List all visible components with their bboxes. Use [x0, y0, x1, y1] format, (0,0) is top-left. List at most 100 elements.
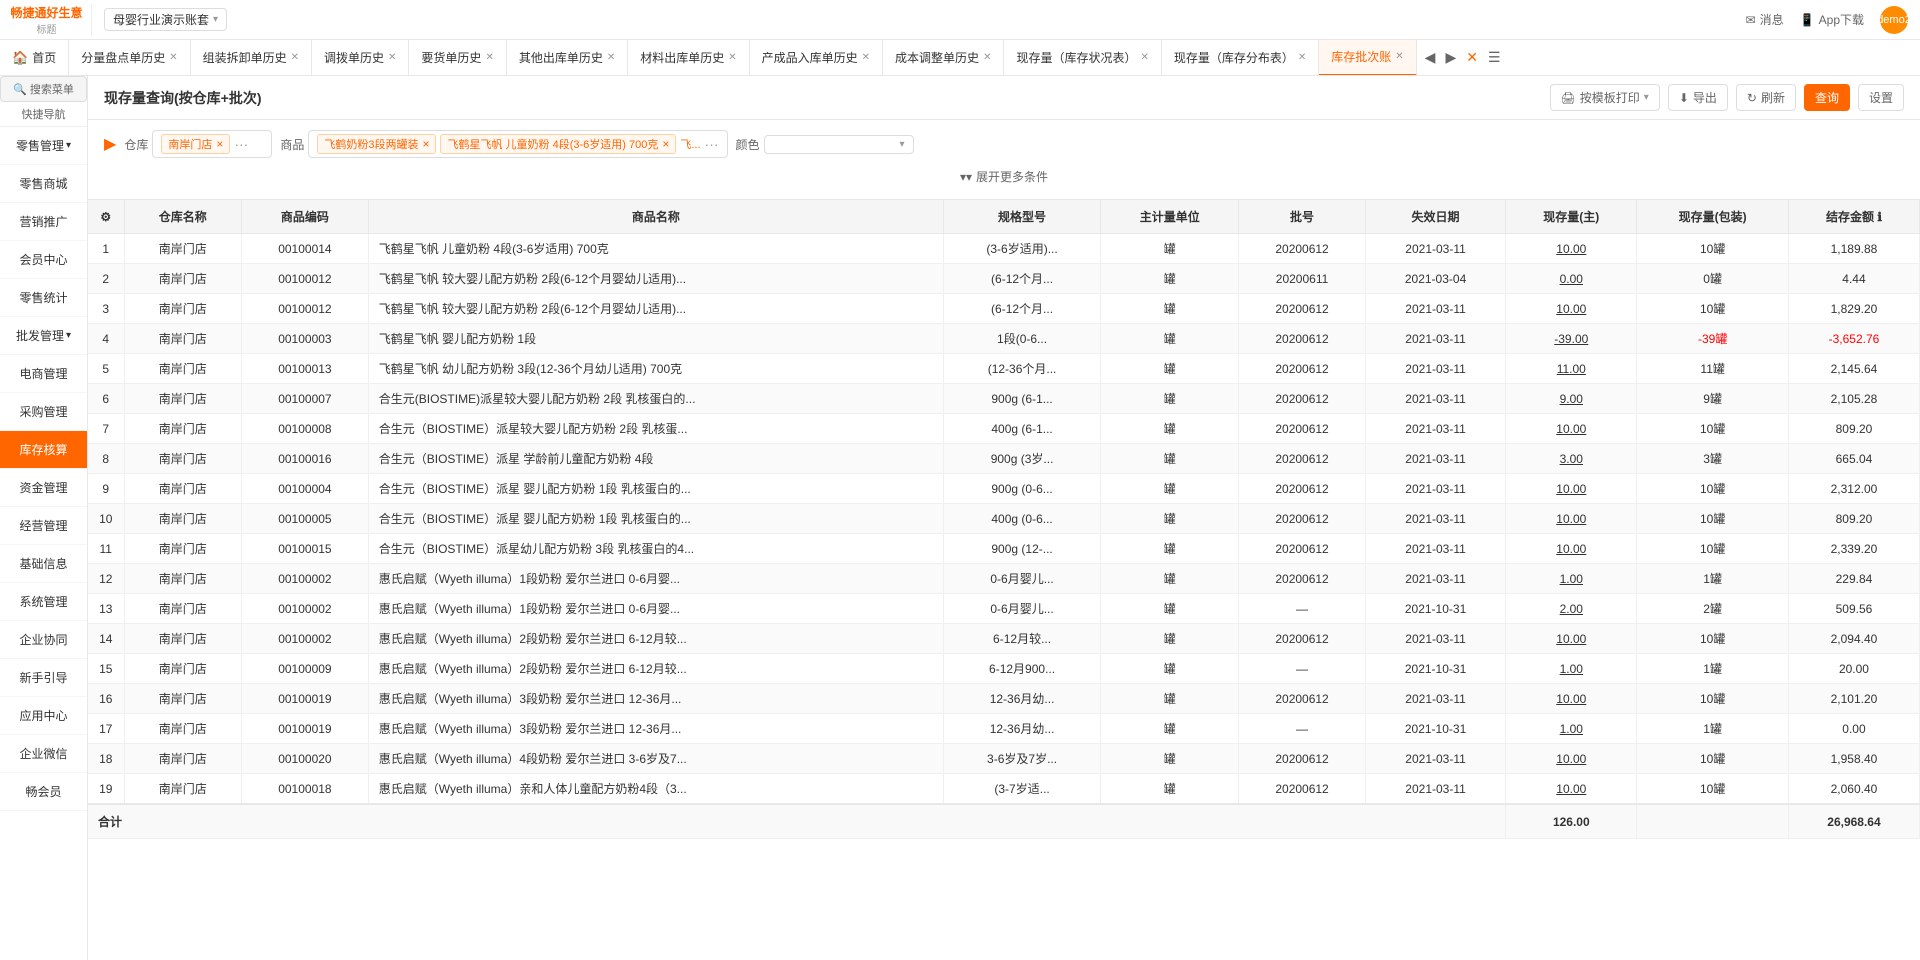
- tab-close-icon[interactable]: ✕: [983, 52, 991, 63]
- sidebar-item-retailShop[interactable]: 零售商城: [0, 165, 87, 203]
- cell-seq: 16: [88, 684, 124, 714]
- nav-next-btn[interactable]: ▶: [1441, 47, 1460, 68]
- cell-qty[interactable]: 10.00: [1506, 774, 1637, 805]
- nav-tab-other[interactable]: 其他出库单历史✕: [507, 40, 628, 76]
- sidebar-item-system[interactable]: 系统管理: [0, 583, 87, 621]
- color-input[interactable]: ▾: [764, 135, 914, 154]
- cell-qty[interactable]: 10.00: [1506, 534, 1637, 564]
- cell-qty[interactable]: -39.00: [1506, 324, 1637, 354]
- tab-close-icon[interactable]: ✕: [291, 52, 299, 63]
- nav-prev-btn[interactable]: ◀: [1421, 47, 1440, 68]
- sidebar-item-guide[interactable]: 新手引导: [0, 659, 87, 697]
- sidebar-item-fans[interactable]: 畅会员: [0, 773, 87, 811]
- footer-label: 合计: [88, 804, 1506, 839]
- nav-tab-xianzai1[interactable]: 现存量（库存状况表）✕: [1004, 40, 1161, 76]
- print-btn[interactable]: 🖨 按模板打印 ▾: [1550, 84, 1660, 111]
- sidebar-item-basics[interactable]: 基础信息: [0, 545, 87, 583]
- nav-tab-chengben[interactable]: 成本调整单历史✕: [883, 40, 1004, 76]
- cell-qty[interactable]: 2.00: [1506, 594, 1637, 624]
- tab-close-icon[interactable]: ✕: [388, 52, 396, 63]
- sidebar-search-btn[interactable]: 🔍 搜索菜单: [0, 76, 87, 102]
- sidebar-item-corpwx[interactable]: 企业微信: [0, 735, 87, 773]
- sidebar-item-apps[interactable]: 应用中心: [0, 697, 87, 735]
- nav-close-btn[interactable]: ✕: [1462, 47, 1482, 68]
- nav-tab-cailiao[interactable]: 材料出库单历史✕: [628, 40, 749, 76]
- cell-qty[interactable]: 10.00: [1506, 294, 1637, 324]
- tab-close-icon[interactable]: ✕: [1395, 51, 1403, 62]
- table-body: 1 南岸门店 00100014 飞鹤星飞帆 儿童奶粉 4段(3-6岁适用) 70…: [88, 234, 1920, 839]
- nav-tab-home[interactable]: 🏠首页: [0, 40, 69, 76]
- nav-tab-fenpan[interactable]: 分量盘点单历史✕: [69, 40, 190, 76]
- export-btn[interactable]: ⬇ 导出: [1668, 84, 1728, 111]
- expand-arrow[interactable]: ▶: [104, 134, 116, 154]
- product-tag-2-remove[interactable]: ×: [662, 137, 669, 151]
- cell-qty[interactable]: 10.00: [1506, 414, 1637, 444]
- cell-name: 惠氏启赋（Wyeth illuma）1段奶粉 爱尔兰进口 0-6月婴...: [368, 564, 943, 594]
- cell-qty[interactable]: 1.00: [1506, 654, 1637, 684]
- cell-qty[interactable]: 10.00: [1506, 504, 1637, 534]
- cell-qty[interactable]: 11.00: [1506, 354, 1637, 384]
- cell-qty[interactable]: 9.00: [1506, 384, 1637, 414]
- nav-tab-yaohuo[interactable]: 要货单历史✕: [409, 40, 506, 76]
- quick-nav-btn[interactable]: 快捷导航: [0, 102, 87, 127]
- cell-expiry: 2021-03-11: [1365, 744, 1505, 774]
- cell-qty[interactable]: 3.00: [1506, 444, 1637, 474]
- sidebar-item-finance[interactable]: 资金管理: [0, 469, 87, 507]
- nav-tab-tiaopo[interactable]: 调拨单历史✕: [312, 40, 409, 76]
- nav-tab-xianzai2[interactable]: 现存量（库存分布表）✕: [1162, 40, 1319, 76]
- tab-close-icon[interactable]: ✕: [169, 52, 177, 63]
- tab-close-icon[interactable]: ✕: [485, 52, 493, 63]
- product-tag-1-remove[interactable]: ×: [422, 137, 429, 151]
- cell-expiry: 2021-03-11: [1365, 564, 1505, 594]
- sidebar-item-ecommerce[interactable]: 电商管理: [0, 355, 87, 393]
- cell-qty[interactable]: 1.00: [1506, 714, 1637, 744]
- cell-unit: 罐: [1101, 444, 1239, 474]
- sidebar-item-purchase[interactable]: 采购管理: [0, 393, 87, 431]
- warehouse-input[interactable]: 南岸门店 × ···: [152, 130, 272, 158]
- sidebar-item-member[interactable]: 会员中心: [0, 241, 87, 279]
- product-input[interactable]: 飞鹤奶粉3段两罐装 × 飞鹤星飞帆 儿童奶粉 4段(3-6岁适用) 700克 ×…: [308, 130, 727, 158]
- cell-name: 惠氏启赋（Wyeth illuma）2段奶粉 爱尔兰进口 6-12月较...: [368, 624, 943, 654]
- tab-close-icon[interactable]: ✕: [1298, 52, 1306, 63]
- nav-tab-pizhang[interactable]: 库存批次账✕: [1319, 40, 1416, 76]
- sidebar-item-stats[interactable]: 零售统计: [0, 279, 87, 317]
- cell-qty[interactable]: 10.00: [1506, 744, 1637, 774]
- cell-qty[interactable]: 10.00: [1506, 684, 1637, 714]
- main-layout: 🔍 搜索菜单 快捷导航 零售管理▾零售商城营销推广会员中心零售统计批发管理▾电商…: [0, 76, 1920, 960]
- warehouse-tag-remove[interactable]: ×: [216, 137, 223, 151]
- table-row: 4 南岸门店 00100003 飞鹤星飞帆 婴儿配方奶粉 1段 1段(0-6..…: [88, 324, 1920, 354]
- tab-close-icon[interactable]: ✕: [607, 52, 615, 63]
- query-btn[interactable]: 查询: [1804, 84, 1850, 111]
- cell-qty[interactable]: 0.00: [1506, 264, 1637, 294]
- sidebar-item-inventory[interactable]: 库存核算: [0, 431, 87, 469]
- cell-batch: —: [1239, 714, 1366, 744]
- tab-close-icon[interactable]: ✕: [1140, 52, 1148, 63]
- filter-dots-2[interactable]: ···: [705, 136, 719, 152]
- tab-close-icon[interactable]: ✕: [862, 52, 870, 63]
- cell-warehouse: 南岸门店: [124, 564, 242, 594]
- refresh-btn[interactable]: ↻ 刷新: [1736, 84, 1796, 111]
- sidebar-item-operations[interactable]: 经营管理: [0, 507, 87, 545]
- message-btn[interactable]: ✉ 消息: [1746, 11, 1784, 28]
- sidebar-item-marketing[interactable]: 营销推广: [0, 203, 87, 241]
- nav-menu-btn[interactable]: ☰: [1484, 47, 1505, 68]
- user-avatar[interactable]: demo2: [1880, 6, 1908, 34]
- tab-close-icon[interactable]: ✕: [728, 52, 736, 63]
- app-download-btn[interactable]: 📱 App下载: [1800, 11, 1864, 28]
- col-settings[interactable]: ⚙: [88, 200, 124, 234]
- nav-tab-chanpin[interactable]: 产成品入库单历史✕: [750, 40, 883, 76]
- cell-code: 00100013: [242, 354, 369, 384]
- sidebar-item-retail[interactable]: 零售管理▾: [0, 127, 87, 165]
- cell-qty[interactable]: 10.00: [1506, 234, 1637, 264]
- org-selector[interactable]: 母婴行业演示账套 ▾: [104, 8, 227, 31]
- cell-spec: 12-36月幼...: [943, 714, 1100, 744]
- sidebar-item-wholesale[interactable]: 批发管理▾: [0, 317, 87, 355]
- cell-qty[interactable]: 1.00: [1506, 564, 1637, 594]
- settings-btn[interactable]: 设置: [1858, 84, 1904, 111]
- nav-tab-zuche[interactable]: 组装拆卸单历史✕: [191, 40, 312, 76]
- expand-conditions-btn[interactable]: ▾▾ 展开更多条件: [952, 164, 1056, 189]
- cell-qty[interactable]: 10.00: [1506, 474, 1637, 504]
- filter-dots[interactable]: ···: [234, 136, 248, 152]
- sidebar-item-enterprise[interactable]: 企业协同: [0, 621, 87, 659]
- cell-qty[interactable]: 10.00: [1506, 624, 1637, 654]
